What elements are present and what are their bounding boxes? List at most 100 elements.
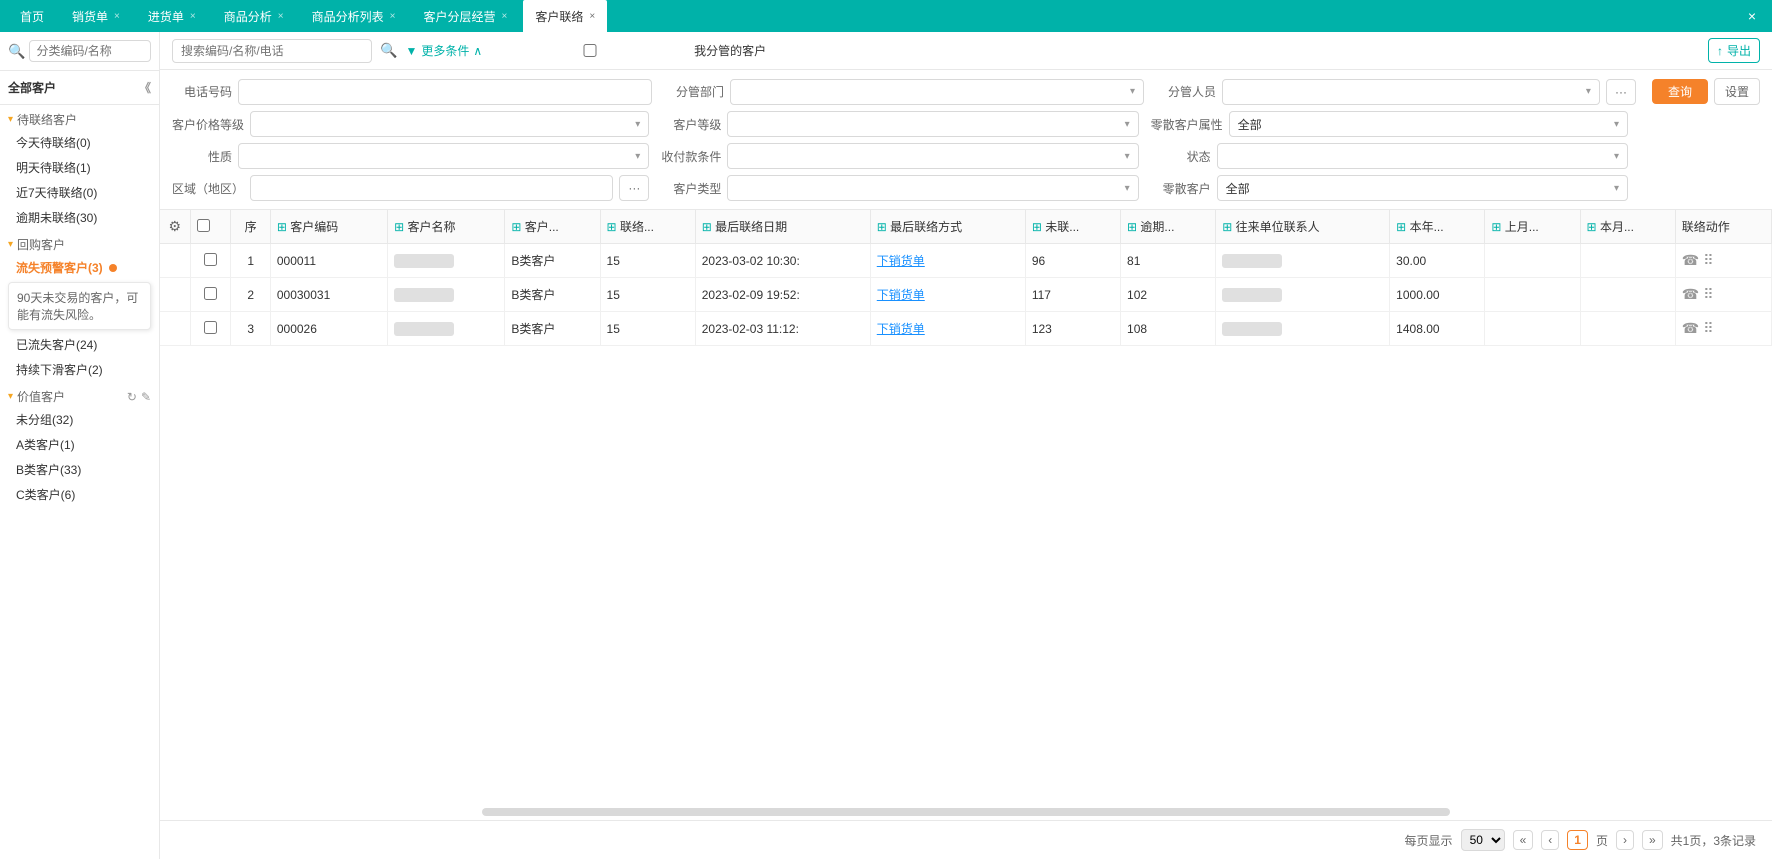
sidebar-item-overdue-contact[interactable]: 逾期未联络(30): [0, 205, 159, 230]
sidebar-item-7day-contact[interactable]: 近7天待联络(0): [0, 180, 159, 205]
close-all-button[interactable]: ×: [1740, 4, 1764, 28]
name-sort-icon[interactable]: ⊞: [394, 220, 404, 234]
tab-product-analysis[interactable]: 商品分析 ×: [212, 0, 296, 32]
filter-price-level-select[interactable]: ▾: [250, 111, 649, 137]
prev-page-button[interactable]: ‹: [1541, 830, 1559, 850]
this-year-sort-icon[interactable]: ⊞: [1396, 220, 1406, 234]
filter-payment-cond-select[interactable]: ▾: [727, 143, 1138, 169]
last-month-sort-icon[interactable]: ⊞: [1491, 220, 1501, 234]
row-checkbox[interactable]: [204, 321, 217, 334]
value-customer-arrow: ▾: [8, 391, 13, 402]
filter-region-more-button[interactable]: ···: [619, 175, 649, 201]
tab-sales[interactable]: 销货单 ×: [60, 0, 132, 32]
export-icon: ↑: [1717, 44, 1723, 58]
blurred-value: [1222, 322, 1282, 336]
query-button[interactable]: 查询: [1652, 79, 1708, 104]
contact-icon[interactable]: ☎: [1682, 252, 1699, 269]
filter-phone-label: 电话号码: [172, 83, 232, 100]
select-all-checkbox[interactable]: [197, 219, 210, 232]
this-month-sort-icon[interactable]: ⊞: [1587, 220, 1597, 234]
sidebar-group-value-customer[interactable]: ▾ 价值客户 ↻ ✎: [0, 382, 159, 407]
blurred-value: [394, 288, 454, 302]
edit-icon[interactable]: ✎: [141, 390, 151, 404]
th-gear[interactable]: ⚙: [160, 210, 190, 244]
filter-customer-level-select[interactable]: ▾: [727, 111, 1138, 137]
tab-purchase[interactable]: 进货单 ×: [136, 0, 208, 32]
sidebar-item-type-b[interactable]: B类客户(33): [0, 457, 159, 482]
status-arrow: ▾: [1614, 151, 1619, 162]
sidebar-collapse-button[interactable]: 《: [139, 79, 151, 96]
sidebar-item-today-contact[interactable]: 今天待联络(0): [0, 130, 159, 155]
tab-customer-contact-label: 客户联络: [535, 8, 583, 25]
more-actions-icon[interactable]: ⠿: [1703, 286, 1713, 303]
th-contact: ⊞ 联络...: [600, 210, 695, 244]
row-select: [190, 278, 231, 312]
past-unit-sort-icon[interactable]: ⊞: [1222, 220, 1232, 234]
filter-scatter-customer-select[interactable]: 全部 ▾: [1217, 175, 1628, 201]
sidebar-item-lost-warning[interactable]: 流失预警客户(3): [0, 255, 159, 280]
last-date-sort-icon[interactable]: ⊞: [702, 220, 712, 234]
filter-region-select[interactable]: [250, 175, 613, 201]
search-button[interactable]: 🔍: [380, 42, 397, 59]
contact-icon[interactable]: ☎: [1682, 286, 1699, 303]
sidebar-group-pending-contact[interactable]: ▾ 待联络客户: [0, 105, 159, 130]
settings-button[interactable]: 设置: [1714, 78, 1760, 105]
filter-manager-more-button[interactable]: ···: [1606, 79, 1636, 105]
last-method-sort-icon[interactable]: ⊞: [877, 220, 887, 234]
tab-product-analysis-list[interactable]: 商品分析列表 ×: [300, 0, 408, 32]
row-checkbox[interactable]: [204, 287, 217, 300]
sidebar-search-input[interactable]: [29, 40, 151, 62]
refresh-icon[interactable]: ↻: [127, 390, 137, 404]
not-contact-sort-icon[interactable]: ⊞: [1032, 220, 1042, 234]
sidebar-group-lost-customer[interactable]: ▾ 回购客户: [0, 230, 159, 255]
th-this-month: ⊞ 本月...: [1580, 210, 1675, 244]
type-sort-icon[interactable]: ⊞: [511, 220, 521, 234]
search-input[interactable]: [172, 39, 372, 63]
sort-pin-icon[interactable]: ⊞: [277, 220, 287, 234]
filter-nature-select[interactable]: ▾: [238, 143, 649, 169]
my-customers-checkbox[interactable]: 我分管的客户: [490, 42, 766, 59]
per-page-select[interactable]: 50: [1461, 829, 1505, 851]
tab-purchase-close[interactable]: ×: [190, 11, 196, 22]
next-page-button[interactable]: ›: [1616, 830, 1634, 850]
sidebar-item-type-a[interactable]: A类客户(1): [0, 432, 159, 457]
sidebar-item-unsorted[interactable]: 未分组(32): [0, 407, 159, 432]
tab-product-analysis-list-close[interactable]: ×: [390, 11, 396, 22]
first-page-button[interactable]: «: [1513, 830, 1534, 850]
my-customers-check[interactable]: [490, 44, 690, 57]
tab-customer-contact-close[interactable]: ×: [589, 11, 595, 22]
filter-status-select[interactable]: ▾: [1217, 143, 1628, 169]
more-conditions-button[interactable]: ▼ 更多条件 ∧: [405, 42, 482, 59]
filter-customer-type-select[interactable]: ▾: [727, 175, 1138, 201]
more-actions-icon[interactable]: ⠿: [1703, 320, 1713, 337]
tab-customer-contact[interactable]: 客户联络 ×: [523, 0, 607, 32]
th-overdue: ⊞ 逾期...: [1121, 210, 1216, 244]
tab-customer-segment[interactable]: 客户分层经营 ×: [411, 0, 519, 32]
overdue-sort-icon[interactable]: ⊞: [1127, 220, 1137, 234]
tab-customer-segment-close[interactable]: ×: [501, 11, 507, 22]
row-past-unit-contact: [1216, 278, 1390, 312]
th-not-contact: ⊞ 未联...: [1025, 210, 1120, 244]
sidebar-item-already-lost[interactable]: 已流失客户(24): [0, 332, 159, 357]
more-actions-icon[interactable]: ⠿: [1703, 252, 1713, 269]
filter-phone-input[interactable]: [238, 79, 652, 105]
tab-home[interactable]: 首页: [8, 0, 56, 32]
tab-product-analysis-close[interactable]: ×: [278, 11, 284, 22]
table-gear-icon[interactable]: ⚙: [168, 218, 181, 234]
sidebar-item-continue-down[interactable]: 持续下滑客户(2): [0, 357, 159, 382]
row-checkbox[interactable]: [204, 253, 217, 266]
horizontal-scrollbar[interactable]: [482, 808, 1449, 816]
filter-customer-type-field: 客户类型 ▾: [661, 175, 1138, 201]
filter-dept-select[interactable]: ▾: [730, 79, 1144, 105]
filter-customer-level-label: 客户等级: [661, 116, 721, 133]
tab-sales-close[interactable]: ×: [114, 11, 120, 22]
sidebar-item-tomorrow-contact[interactable]: 明天待联络(1): [0, 155, 159, 180]
contact-sort-icon[interactable]: ⊞: [607, 220, 617, 234]
table-scrollbar-area[interactable]: [160, 804, 1772, 820]
last-page-button[interactable]: »: [1642, 830, 1663, 850]
sidebar-item-type-c[interactable]: C类客户(6): [0, 482, 159, 507]
filter-manager-select[interactable]: ▾: [1222, 79, 1600, 105]
export-button[interactable]: ↑ 导出: [1708, 38, 1760, 63]
filter-scatter-attr-select[interactable]: 全部 ▾: [1229, 111, 1628, 137]
contact-icon[interactable]: ☎: [1682, 320, 1699, 337]
